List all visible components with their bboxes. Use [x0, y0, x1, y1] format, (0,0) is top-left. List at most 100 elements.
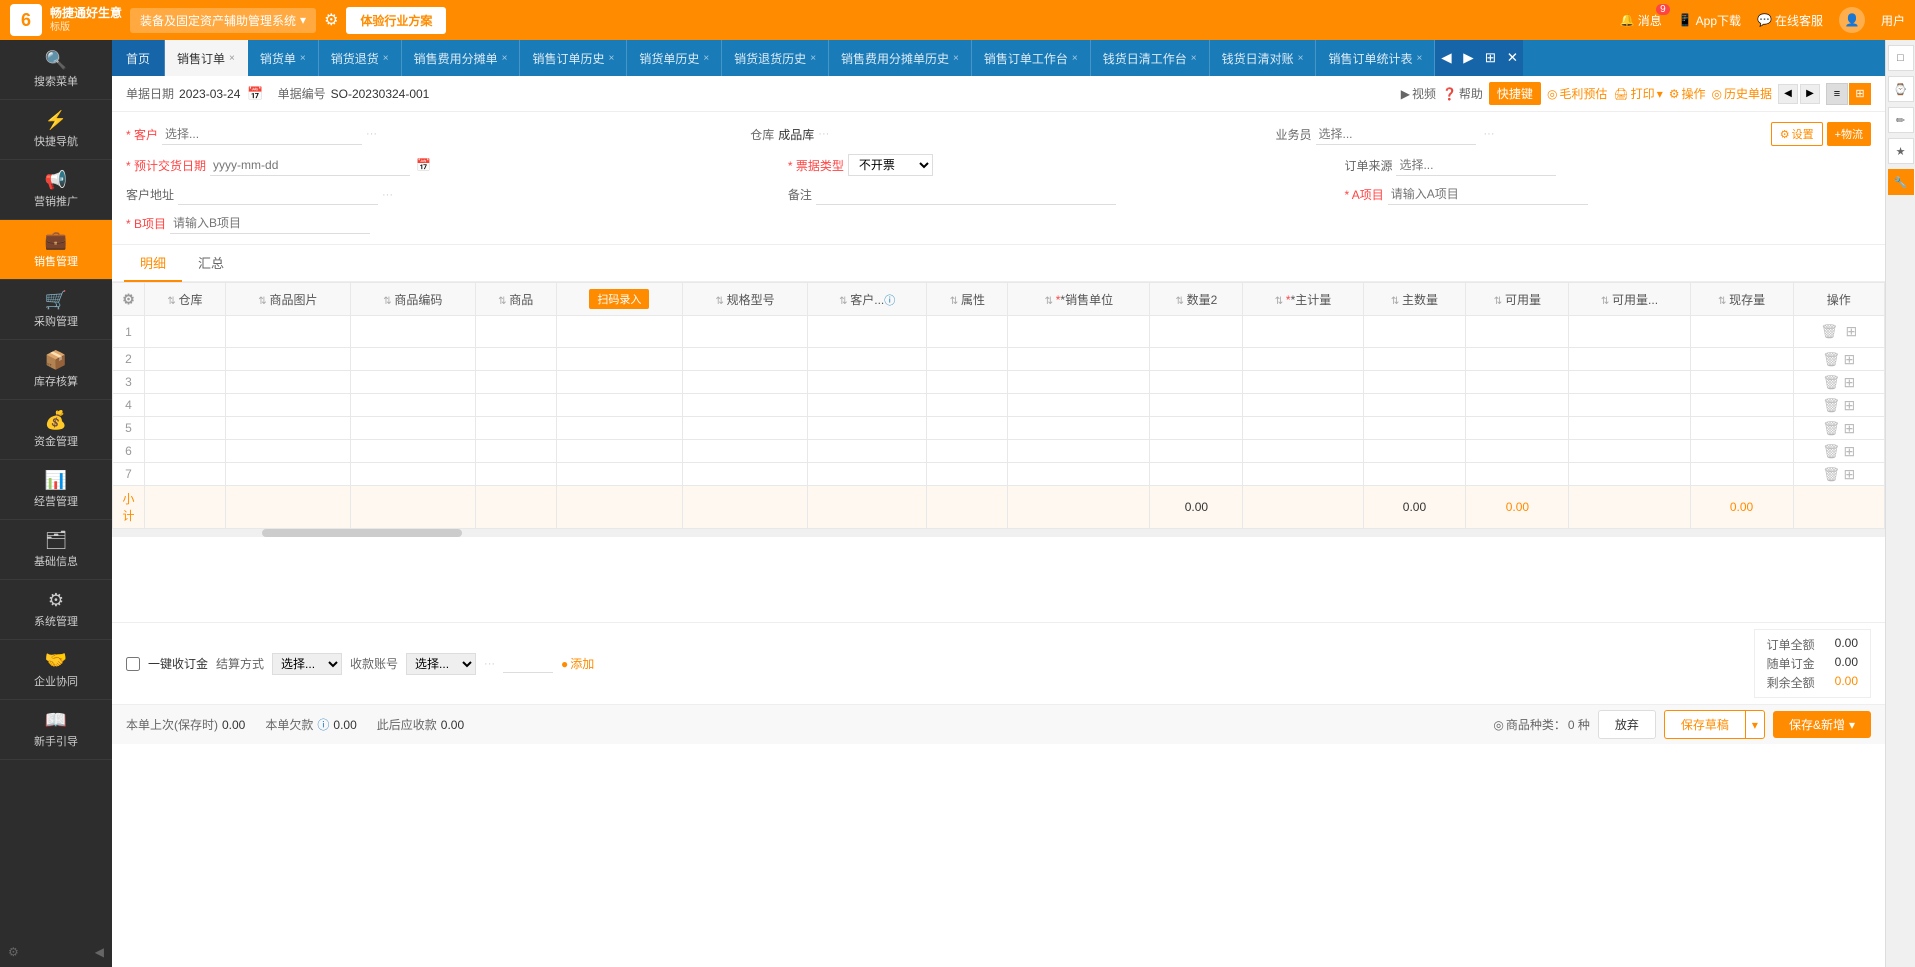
address-more-btn[interactable]: ···: [382, 189, 393, 201]
prev-record-btn[interactable]: ◀: [1778, 84, 1798, 104]
tab-sales-order[interactable]: 销售订单 ×: [165, 40, 248, 76]
sidebar-item-marketing[interactable]: 📢 营销推广: [0, 160, 112, 220]
app-download-btn[interactable]: 📱 App下载: [1678, 12, 1741, 29]
history-btn[interactable]: ◎ 历史单据: [1712, 85, 1773, 102]
tab-home[interactable]: 首页: [112, 40, 165, 76]
col-stock[interactable]: ⇅ 现存量: [1690, 283, 1793, 316]
order-source-input[interactable]: [1396, 155, 1556, 176]
tab-reconcile[interactable]: 钱货日清对账 ×: [1210, 40, 1317, 76]
col-scan[interactable]: 扫码录入: [556, 283, 682, 316]
tab-workbench[interactable]: 销售订单工作台 ×: [972, 40, 1091, 76]
col-spec[interactable]: ⇅ 规格型号: [683, 283, 808, 316]
warehouse-more-btn[interactable]: ···: [818, 128, 829, 140]
current-debt-icon[interactable]: ⓘ: [317, 716, 329, 733]
sidebar-item-purchase[interactable]: 🛒 采购管理: [0, 280, 112, 340]
right-icon-3[interactable]: ✏: [1888, 107, 1914, 133]
col-unit[interactable]: ⇅ **销售单位: [1008, 283, 1150, 316]
col-code[interactable]: ⇅ 商品编码: [350, 283, 475, 316]
customer-input[interactable]: [162, 124, 362, 145]
col-main-unit[interactable]: ⇅ **主计量: [1243, 283, 1363, 316]
row-delete-btn[interactable]: 🗑: [1822, 466, 1840, 483]
tab-summary[interactable]: 汇总: [182, 245, 240, 282]
shortcut-btn[interactable]: 快捷键: [1489, 82, 1541, 105]
row-copy-btn[interactable]: ⊞: [1843, 374, 1855, 391]
right-icon-2[interactable]: ⌚: [1888, 76, 1914, 102]
sidebar-item-business[interactable]: 📊 经营管理: [0, 460, 112, 520]
row-copy-btn[interactable]: ⊞: [1843, 351, 1855, 368]
online-service-btn[interactable]: 💬 在线客服: [1757, 12, 1823, 29]
col-settings[interactable]: ⚙: [113, 283, 145, 316]
add-payment-btn[interactable]: ● 添加: [561, 655, 594, 672]
account-more-btn[interactable]: ···: [484, 658, 495, 670]
tab-fee[interactable]: 销售费用分摊单 ×: [402, 40, 521, 76]
col-available2[interactable]: ⇅ 可用量...: [1569, 283, 1690, 316]
system-name[interactable]: 装备及固定资产辅助管理系统 ▾: [130, 8, 316, 33]
sidebar-collapse-btn[interactable]: ◀: [95, 945, 104, 959]
tab-fee-hist[interactable]: 销售费用分摊单历史 ×: [829, 40, 972, 76]
add-goods-btn[interactable]: +物流: [1827, 122, 1871, 146]
sidebar-item-basic[interactable]: 🗂 基础信息: [0, 520, 112, 580]
row-delete-btn[interactable]: 🗑: [1822, 374, 1840, 391]
one-click-checkbox[interactable]: [126, 657, 140, 671]
salesperson-input[interactable]: [1316, 124, 1476, 145]
discard-btn[interactable]: 放弃: [1598, 710, 1656, 739]
right-icon-5[interactable]: 🔧: [1888, 169, 1914, 195]
sidebar-item-sales[interactable]: 💼 销售管理: [0, 220, 112, 280]
tab-next-btn[interactable]: ▶: [1457, 40, 1479, 76]
config-btn[interactable]: ⚙设置: [1771, 122, 1823, 146]
print-btn[interactable]: 🖨 打印 ▾: [1613, 85, 1662, 102]
row-delete-btn[interactable]: 🗑: [1822, 420, 1840, 437]
delivery-input[interactable]: [210, 155, 410, 176]
row-copy-btn[interactable]: ⊞: [1843, 420, 1855, 437]
tab-sales-bill[interactable]: 销货单 ×: [248, 40, 319, 76]
row-delete-btn[interactable]: 🗑: [1822, 443, 1840, 460]
address-input[interactable]: [178, 184, 378, 205]
tab-bill-hist[interactable]: 销货单历史 ×: [627, 40, 722, 76]
grid-view-btn[interactable]: ⊞: [1849, 83, 1871, 105]
a-project-input[interactable]: [1388, 184, 1588, 205]
sidebar-item-system[interactable]: ⚙ 系统管理: [0, 580, 112, 640]
sidebar-item-finance[interactable]: 💰 资金管理: [0, 400, 112, 460]
col-customer-code[interactable]: ⇅ 客户...ⓘ: [807, 283, 926, 316]
col-warehouse[interactable]: ⇅ 仓库: [145, 283, 226, 316]
tab-daily[interactable]: 钱货日清工作台 ×: [1091, 40, 1210, 76]
col-qty2[interactable]: ⇅ 数量2: [1150, 283, 1243, 316]
notification-btn[interactable]: 🔔 消息 9: [1620, 12, 1662, 29]
col-main-qty[interactable]: ⇅ 主数量: [1363, 283, 1466, 316]
user-name[interactable]: 用户: [1881, 12, 1905, 29]
row-copy-btn[interactable]: ⊞: [1843, 443, 1855, 460]
sidebar-item-inventory[interactable]: 📦 库存核算: [0, 340, 112, 400]
sidebar-item-search[interactable]: 🔍 搜索菜单: [0, 40, 112, 100]
delivery-calendar-btn[interactable]: 📅: [416, 158, 431, 172]
row-copy-btn[interactable]: ⊞: [1843, 466, 1855, 483]
save-draft-btn[interactable]: 保存草稿: [1664, 710, 1745, 739]
row-delete-btn[interactable]: 🗑: [1822, 351, 1840, 368]
row-copy-btn[interactable]: ⊞: [1843, 323, 1859, 340]
sidebar-gear-btn[interactable]: ⚙: [8, 945, 19, 959]
row-copy-btn[interactable]: ⊞: [1843, 397, 1855, 414]
row-delete-btn[interactable]: 🗑: [1822, 397, 1840, 414]
account-select[interactable]: 选择...: [406, 653, 476, 675]
customer-more-btn[interactable]: ···: [366, 128, 377, 140]
tab-stats[interactable]: 销售订单统计表 ×: [1316, 40, 1435, 76]
tab-close-all-btn[interactable]: ✕: [1501, 40, 1523, 76]
horizontal-scrollbar[interactable]: [112, 529, 1885, 537]
next-record-btn[interactable]: ▶: [1800, 84, 1820, 104]
b-project-input[interactable]: [170, 213, 370, 234]
col-available[interactable]: ⇅ 可用量: [1466, 283, 1569, 316]
payment-method-select[interactable]: 选择...: [272, 653, 342, 675]
settings-btn[interactable]: ⚙: [324, 10, 338, 30]
tab-return-hist[interactable]: 销货退货历史 ×: [722, 40, 829, 76]
tab-prev-btn[interactable]: ◀: [1435, 40, 1457, 76]
col-attr[interactable]: ⇅ 属性: [927, 283, 1008, 316]
industry-btn[interactable]: 体验行业方案: [346, 7, 446, 34]
scan-input-btn[interactable]: 扫码录入: [589, 289, 649, 309]
help-btn[interactable]: ❓ 帮助: [1442, 85, 1483, 102]
list-view-btn[interactable]: ≡: [1826, 83, 1848, 105]
payment-amount[interactable]: 0.00: [503, 654, 553, 673]
view-btn[interactable]: ▶ 视频: [1401, 85, 1436, 102]
sidebar-item-quick[interactable]: ⚡ 快捷导航: [0, 100, 112, 160]
operation-btn[interactable]: ⚙ 操作: [1669, 85, 1706, 102]
invoice-select[interactable]: 不开票: [848, 154, 933, 176]
salesperson-more-btn[interactable]: ···: [1484, 128, 1495, 140]
